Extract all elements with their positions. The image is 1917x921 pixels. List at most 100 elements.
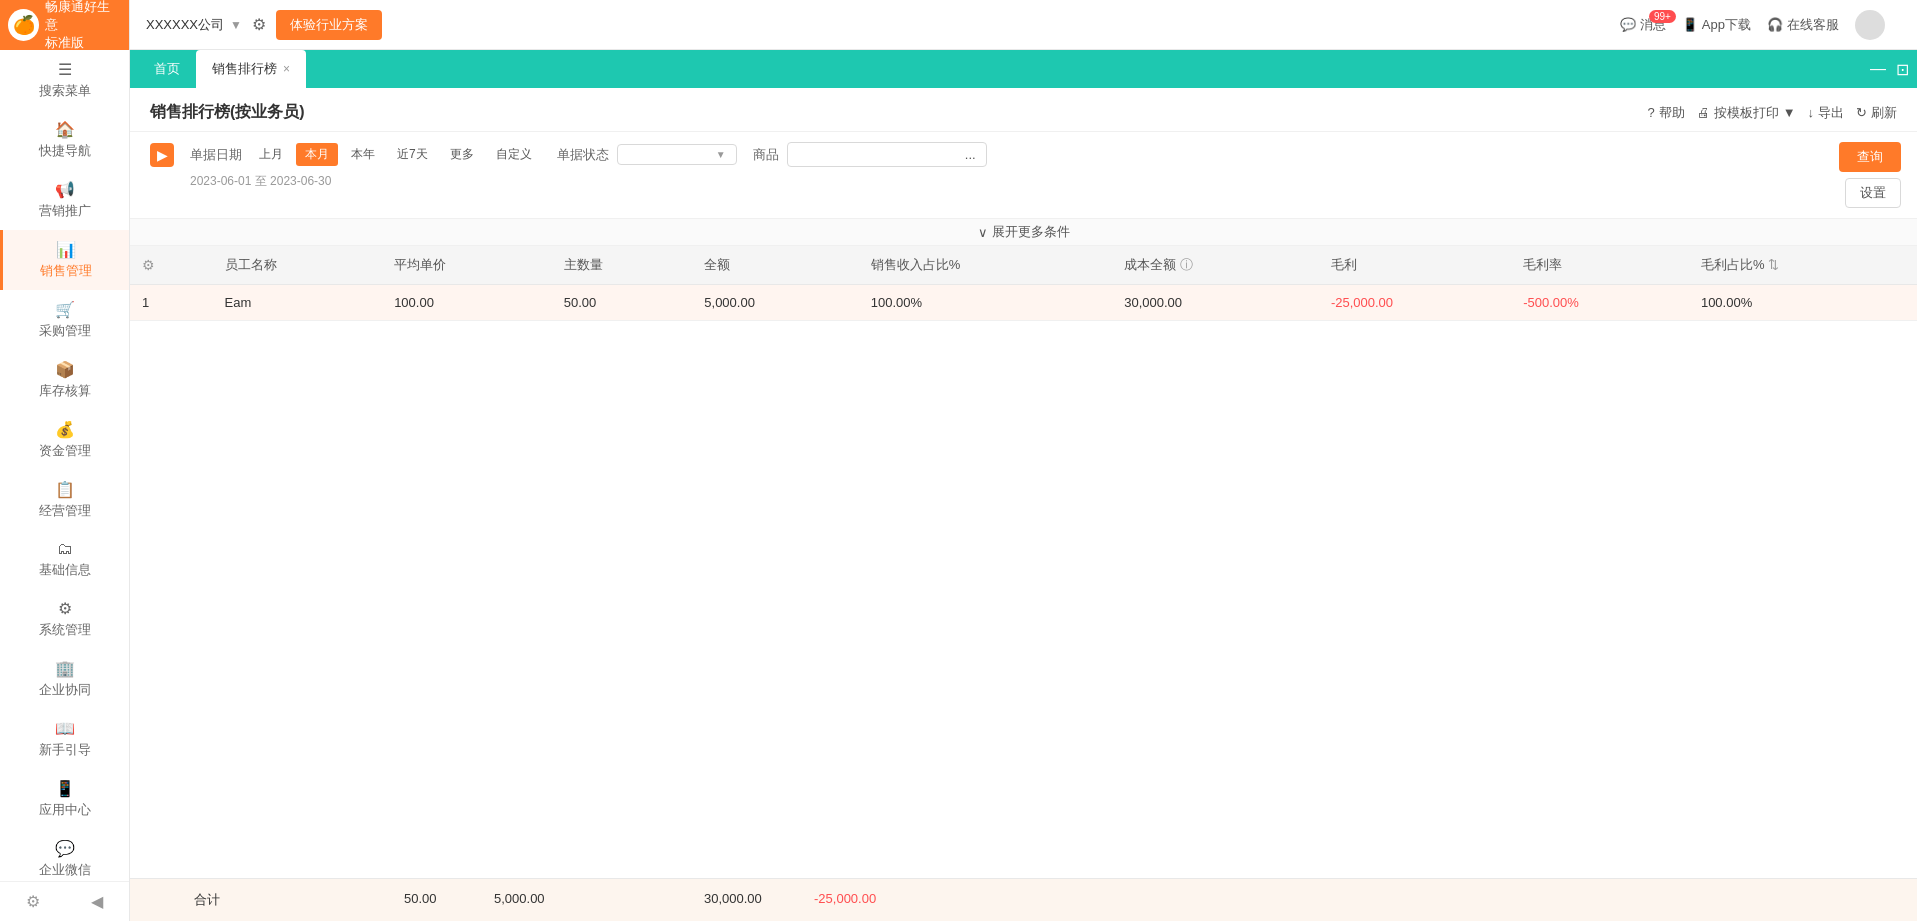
expand-more-btn[interactable]: ∨ 展开更多条件 xyxy=(978,223,1070,241)
tab-maximize-icon[interactable]: ⊡ xyxy=(1896,60,1909,79)
data-table: ⚙ 员工名称 平均单价 主数量 全额 销售收入占比% 成本全额 ⓘ 毛利 毛利率 xyxy=(130,246,1917,321)
date-pill-7days[interactable]: 近7天 xyxy=(388,143,437,166)
sidebar-item-app-center[interactable]: 📱 应用中心 xyxy=(0,769,129,829)
filter-expand-arrow[interactable]: ▶ xyxy=(150,143,174,167)
sidebar-item-quick-nav[interactable]: 🏠 快捷导航 xyxy=(0,110,129,170)
cost-info-icon[interactable]: ⓘ xyxy=(1180,257,1193,272)
marketing-icon: 📢 xyxy=(55,180,75,199)
date-pill-this-year[interactable]: 本年 xyxy=(342,143,384,166)
sidebar-item-purchase[interactable]: 🛒 采购管理 xyxy=(0,290,129,350)
search-order-icon: ☰ xyxy=(58,60,72,79)
sidebar-item-inventory[interactable]: 📦 库存核算 xyxy=(0,350,129,410)
date-pills: 上月 本月 本年 近7天 更多 自定义 xyxy=(250,143,541,166)
cell-sales-pct: 100.00% xyxy=(859,285,1112,321)
topbar-right: 💬 消息 99+ 📱 App下载 🎧 在线客服 xyxy=(1620,10,1901,40)
sidebar-item-label: 企业协同 xyxy=(39,681,91,699)
refresh-btn[interactable]: ↻ 刷新 xyxy=(1856,104,1897,122)
col-settings: ⚙ xyxy=(130,246,213,285)
avatar[interactable] xyxy=(1855,10,1885,40)
date-pill-last-month[interactable]: 上月 xyxy=(250,143,292,166)
tabs-actions: — ⊡ xyxy=(1870,60,1909,79)
col-name: 员工名称 xyxy=(213,246,383,285)
logo-text: 畅康通好生意 标准版 xyxy=(45,0,121,52)
col-avg-price: 平均单价 xyxy=(382,246,552,285)
cell-gross: -25,000.00 xyxy=(1319,285,1511,321)
date-label: 单据日期 xyxy=(190,146,242,164)
tab-home[interactable]: 首页 xyxy=(138,50,196,88)
refresh-icon: ↻ xyxy=(1856,105,1867,120)
sidebar-item-wechat[interactable]: 💬 企业微信 xyxy=(0,829,129,881)
sidebar-item-label: 企业微信 xyxy=(39,861,91,879)
col-gross-pct: 毛利占比% ⇅ xyxy=(1689,246,1917,285)
sidebar-item-system[interactable]: ⚙ 系统管理 xyxy=(0,589,129,649)
sidebar-settings-btn[interactable]: ⚙ xyxy=(26,892,40,911)
sidebar-item-guide[interactable]: 📖 新手引导 xyxy=(0,709,129,769)
sidebar-item-finance[interactable]: 💰 资金管理 xyxy=(0,410,129,470)
sidebar-item-label: 快捷导航 xyxy=(39,142,91,160)
status-select[interactable]: ▼ xyxy=(617,144,737,165)
goods-select[interactable]: ... xyxy=(787,142,987,167)
sidebar-nav: ☰ 搜索菜单 🏠 快捷导航 📢 营销推广 📊 销售管理 🛒 采购管理 📦 库存核… xyxy=(0,50,129,881)
cell-gross-pct: 100.00% xyxy=(1689,285,1917,321)
sidebar-item-sales[interactable]: 📊 销售管理 xyxy=(0,230,129,290)
content-area: 销售排行榜(按业务员) ? 帮助 🖨 按模板打印 ▼ ↓ 导出 ↻ 刷新 xyxy=(130,88,1917,921)
export-btn[interactable]: ↓ 导出 xyxy=(1808,104,1845,122)
tab-minimize-icon[interactable]: — xyxy=(1870,60,1886,78)
tab-bar: 首页 销售排行榜 × — ⊡ xyxy=(130,50,1917,88)
table-settings-icon[interactable]: ⚙ xyxy=(142,257,155,273)
settings-button[interactable]: 设置 xyxy=(1845,178,1901,208)
tab-home-label: 首页 xyxy=(154,60,180,78)
date-pill-this-month[interactable]: 本月 xyxy=(296,143,338,166)
sidebar-item-label: 经营管理 xyxy=(39,502,91,520)
cell-avg-price: 100.00 xyxy=(382,285,552,321)
filter-area: ▶ 单据日期 上月 本月 本年 近7天 更多 自定义 单据状态 xyxy=(130,132,1823,218)
query-button[interactable]: 查询 xyxy=(1839,142,1901,172)
app-download-btn[interactable]: 📱 App下载 xyxy=(1682,16,1751,34)
footer-empty xyxy=(142,889,182,911)
table-body: 1 Eam 100.00 50.00 5,000.00 100.00% 30,0… xyxy=(130,285,1917,321)
date-pill-custom[interactable]: 自定义 xyxy=(487,143,541,166)
company-selector[interactable]: XXXXXX公司 ▼ xyxy=(146,16,242,34)
main-area: XXXXXX公司 ▼ ⚙ 体验行业方案 💬 消息 99+ 📱 App下载 🎧 在… xyxy=(130,0,1917,921)
gross-pct-sort-icon[interactable]: ⇅ xyxy=(1768,257,1779,272)
sidebar-item-label: 系统管理 xyxy=(39,621,91,639)
date-filter-group: 单据日期 上月 本月 本年 近7天 更多 自定义 xyxy=(190,143,541,166)
system-icon: ⚙ xyxy=(58,599,72,618)
page-title: 销售排行榜(按业务员) xyxy=(150,102,305,123)
cell-cost: 30,000.00 xyxy=(1112,285,1319,321)
sidebar-collapse-btn[interactable]: ◀ xyxy=(91,892,103,911)
basic-info-icon: 🗂 xyxy=(57,540,73,558)
page-actions: ? 帮助 🖨 按模板打印 ▼ ↓ 导出 ↻ 刷新 xyxy=(1647,104,1897,122)
sidebar-item-search-order[interactable]: ☰ 搜索菜单 xyxy=(0,50,129,110)
sidebar-item-enterprise[interactable]: 🏢 企业协同 xyxy=(0,649,129,709)
company-arrow-icon: ▼ xyxy=(230,18,242,32)
logo-icon: 🍊 xyxy=(8,9,39,41)
sidebar-item-marketing[interactable]: 📢 营销推广 xyxy=(0,170,129,230)
table-row: 1 Eam 100.00 50.00 5,000.00 100.00% 30,0… xyxy=(130,285,1917,321)
tab-close-icon[interactable]: × xyxy=(283,62,290,76)
print-btn[interactable]: 🖨 按模板打印 ▼ xyxy=(1697,104,1796,122)
app-download-label: App下载 xyxy=(1702,16,1751,34)
inventory-icon: 📦 xyxy=(55,360,75,379)
export-icon: ↓ xyxy=(1808,105,1815,120)
help-btn[interactable]: ? 帮助 xyxy=(1647,104,1684,122)
footer-total-label: 合计 xyxy=(182,889,302,911)
date-pill-more[interactable]: 更多 xyxy=(441,143,483,166)
quick-nav-icon: 🏠 xyxy=(55,120,75,139)
online-service-btn[interactable]: 🎧 在线客服 xyxy=(1767,16,1839,34)
print-icon: 🖨 xyxy=(1697,105,1710,120)
trial-btn[interactable]: 体验行业方案 xyxy=(276,10,382,40)
message-icon: 💬 xyxy=(1620,17,1636,32)
expand-more-label: 展开更多条件 xyxy=(992,223,1070,241)
app-download-icon: 📱 xyxy=(1682,17,1698,32)
sidebar-item-operation[interactable]: 📋 经营管理 xyxy=(0,470,129,530)
tab-active-label: 销售排行榜 xyxy=(212,60,277,78)
tab-sales-ranking[interactable]: 销售排行榜 × xyxy=(196,50,306,88)
cell-qty: 50.00 xyxy=(552,285,693,321)
cell-rank: 1 xyxy=(130,285,213,321)
message-btn[interactable]: 💬 消息 99+ xyxy=(1620,16,1666,34)
sidebar-item-basic-info[interactable]: 🗂 基础信息 xyxy=(0,530,129,589)
topbar-settings-icon[interactable]: ⚙ xyxy=(252,15,266,34)
table-container: ⚙ 员工名称 平均单价 主数量 全额 销售收入占比% 成本全额 ⓘ 毛利 毛利率 xyxy=(130,246,1917,878)
sidebar-item-label: 应用中心 xyxy=(39,801,91,819)
